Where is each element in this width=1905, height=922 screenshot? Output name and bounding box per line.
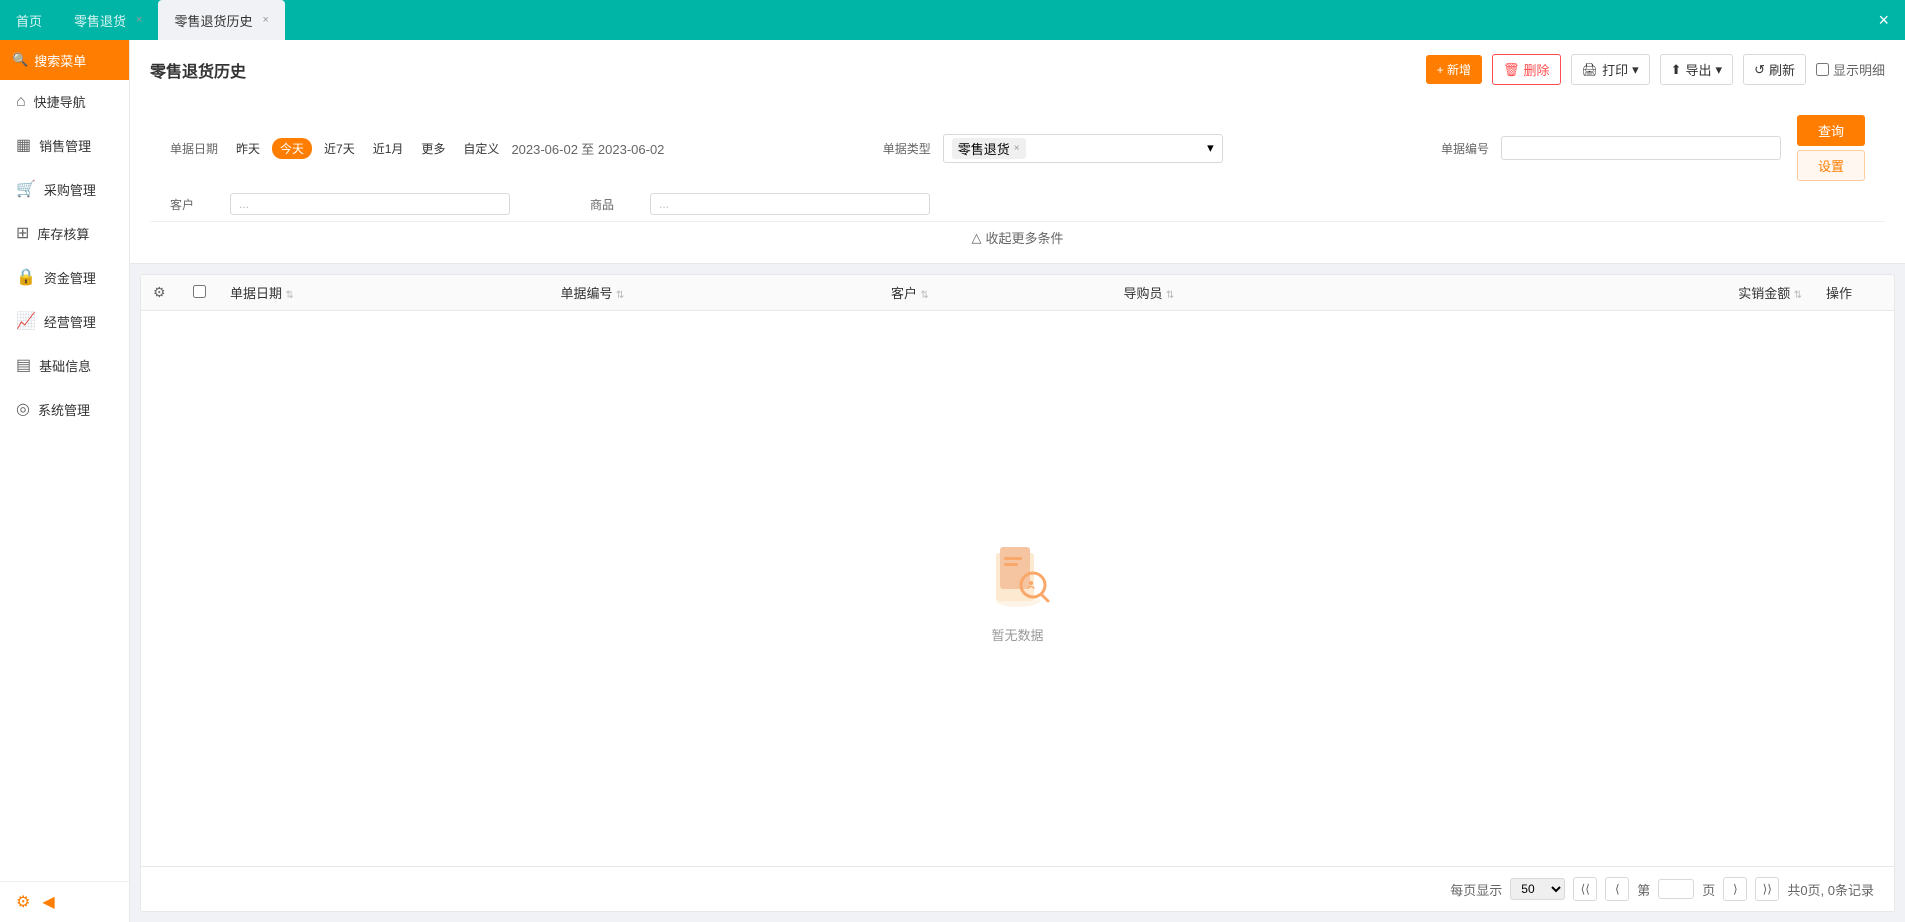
purchase-icon: 🛒: [16, 179, 36, 199]
speaker-icon[interactable]: ◀: [42, 892, 54, 912]
table-settings-icon[interactable]: ⚙: [153, 284, 166, 300]
customer-label: 客户: [170, 196, 230, 213]
close-tab-return[interactable]: ×: [136, 14, 142, 26]
table-container: ⚙ 单据日期 单据编号 客户: [140, 274, 1895, 912]
date-btn-7days[interactable]: 近7天: [318, 138, 361, 159]
export-chevron-icon: ▾: [1716, 62, 1723, 78]
content-area: 零售退货历史 + 新增 🗑 删除 🖨 打印 ▾ ⬆ 导出: [130, 40, 1905, 922]
export-icon: ⬆: [1671, 62, 1682, 78]
sidebar: 🔍 搜索菜单 ⌂ 快捷导航 ▦ 销售管理 🛒 采购管理 ⊞ 库存核算 🔒 资金管…: [0, 40, 130, 922]
date-btn-today[interactable]: 今天: [272, 138, 312, 159]
show-detail-checkbox[interactable]: [1816, 63, 1829, 76]
col-action: 操作: [1814, 275, 1894, 311]
doc-no-label: 单据编号: [1441, 140, 1501, 157]
base-info-icon: ▤: [16, 355, 31, 375]
doc-type-label: 单据类型: [883, 140, 943, 157]
refresh-button[interactable]: ↺ 刷新: [1743, 54, 1806, 85]
sidebar-item-quick-nav[interactable]: ⌂ 快捷导航: [0, 80, 129, 123]
finance-icon: 🔒: [16, 267, 36, 287]
col-date[interactable]: 单据日期: [218, 275, 548, 311]
export-button[interactable]: ⬆ 导出 ▾: [1660, 54, 1733, 85]
sidebar-item-system[interactable]: ◎ 系统管理: [0, 387, 129, 431]
prev-page-button[interactable]: ⟨: [1605, 877, 1629, 901]
page-input[interactable]: 1: [1658, 879, 1694, 899]
tab-return[interactable]: 零售退货 ×: [58, 0, 158, 40]
refresh-icon: ↺: [1754, 62, 1765, 78]
inventory-icon: ⊞: [16, 223, 29, 243]
collapse-bar[interactable]: △ 收起更多条件: [150, 221, 1885, 253]
sidebar-bottom: ⚙ ◀: [0, 881, 129, 922]
collapse-chevron-icon: △: [971, 230, 981, 246]
col-spacer: [1393, 275, 1483, 311]
select-all-checkbox[interactable]: [193, 285, 206, 298]
date-btn-more[interactable]: 更多: [415, 138, 451, 159]
date-btn-1month[interactable]: 近1月: [367, 138, 410, 159]
doc-type-tag-close[interactable]: ×: [1014, 143, 1020, 154]
sidebar-item-inventory[interactable]: ⊞ 库存核算: [0, 211, 129, 255]
sidebar-item-sales[interactable]: ▦ 销售管理: [0, 123, 129, 167]
date-range-display: 2023-06-02 至 2023-06-02: [511, 139, 664, 158]
home-icon: ⌂: [16, 93, 26, 111]
filter-row-customer: 客户 ... 商品 ...: [150, 187, 1885, 221]
sidebar-item-purchase[interactable]: 🛒 采购管理: [0, 167, 129, 211]
settings-bottom-icon[interactable]: ⚙: [16, 892, 30, 912]
filter-row-date: 单据日期 昨天 今天 近7天 近1月 更多 自定义 2023-06-02 至 2…: [150, 109, 1885, 187]
date-filter-label: 单据日期: [170, 140, 230, 157]
print-icon: 🖨: [1582, 62, 1599, 78]
main-layout: 🔍 搜索菜单 ⌂ 快捷导航 ▦ 销售管理 🛒 采购管理 ⊞ 库存核算 🔒 资金管…: [0, 40, 1905, 922]
date-btn-yesterday[interactable]: 昨天: [230, 138, 266, 159]
col-customer[interactable]: 客户: [879, 275, 1112, 311]
show-detail-checkbox-label[interactable]: 显示明细: [1816, 60, 1885, 79]
goods-label: 商品: [590, 196, 650, 213]
empty-icon: [978, 533, 1058, 613]
sidebar-item-base-info[interactable]: ▤ 基础信息: [0, 343, 129, 387]
operations-icon: 📈: [16, 311, 36, 331]
system-icon: ◎: [16, 399, 30, 419]
empty-text: 暂无数据: [991, 625, 1043, 644]
doc-type-tag: 零售退货 ×: [952, 138, 1026, 159]
col-no[interactable]: 单据编号: [548, 275, 878, 311]
new-button[interactable]: + 新增: [1426, 55, 1482, 84]
toolbar: + 新增 🗑 删除 🖨 打印 ▾ ⬆ 导出 ▾: [1426, 54, 1885, 85]
doc-type-chevron-icon: ▾: [1207, 140, 1214, 156]
col-guide[interactable]: 导购员: [1112, 275, 1394, 311]
data-table: ⚙ 单据日期 单据编号 客户: [141, 275, 1894, 311]
pagination: 每页显示 10 20 50 100 ⟨⟨ ⟨ 第 1 页 ⟩ ⟩⟩ 共0页, 0…: [141, 866, 1894, 911]
goods-select[interactable]: ...: [650, 193, 930, 215]
next-page-button[interactable]: ⟩: [1723, 877, 1747, 901]
customer-select[interactable]: ...: [230, 193, 510, 215]
date-btn-group: 昨天 今天 近7天 近1月 更多 自定义: [230, 138, 505, 159]
tab-return-history[interactable]: 零售退货历史 ×: [158, 0, 284, 40]
total-records: 共0页, 0条记录: [1787, 880, 1874, 899]
sales-icon: ▦: [16, 135, 31, 155]
print-button[interactable]: 🖨 打印 ▾: [1571, 54, 1650, 85]
first-page-button[interactable]: ⟨⟨: [1573, 877, 1597, 901]
query-button[interactable]: 查询: [1797, 115, 1865, 146]
tab-home[interactable]: 首页: [0, 0, 58, 40]
sidebar-item-operations[interactable]: 📈 经营管理: [0, 299, 129, 343]
search-icon: 🔍: [12, 52, 28, 68]
last-page-button[interactable]: ⟩⟩: [1755, 877, 1779, 901]
close-tab-return-history[interactable]: ×: [262, 14, 268, 26]
empty-state: 暂无数据: [141, 311, 1894, 866]
doc-type-select[interactable]: 零售退货 × ▾: [943, 134, 1223, 163]
page-header: 零售退货历史 + 新增 🗑 删除 🖨 打印 ▾ ⬆ 导出: [130, 40, 1905, 264]
tab-list: 首页 零售退货 × 零售退货历史 ×: [0, 0, 1878, 40]
setting-button[interactable]: 设置: [1797, 150, 1865, 181]
sidebar-search[interactable]: 🔍 搜索菜单: [0, 40, 129, 80]
doc-no-input[interactable]: [1501, 136, 1781, 160]
top-bar: 首页 零售退货 × 零售退货历史 × ×: [0, 0, 1905, 40]
col-amount[interactable]: 实销金额: [1483, 275, 1814, 311]
window-close-icon[interactable]: ×: [1878, 10, 1905, 31]
delete-icon: 🗑: [1503, 62, 1520, 78]
date-btn-custom[interactable]: 自定义: [457, 138, 505, 159]
page-size-select[interactable]: 10 20 50 100: [1510, 878, 1565, 900]
sidebar-item-finance[interactable]: 🔒 资金管理: [0, 255, 129, 299]
page-title-row: 零售退货历史 + 新增 🗑 删除 🖨 打印 ▾ ⬆ 导出: [150, 54, 1885, 85]
delete-button[interactable]: 🗑 删除: [1492, 54, 1561, 85]
page-title: 零售退货历史: [150, 58, 246, 82]
filter-area: 单据日期 昨天 今天 近7天 近1月 更多 自定义 2023-06-02 至 2…: [150, 99, 1885, 263]
print-chevron-icon: ▾: [1632, 62, 1639, 78]
